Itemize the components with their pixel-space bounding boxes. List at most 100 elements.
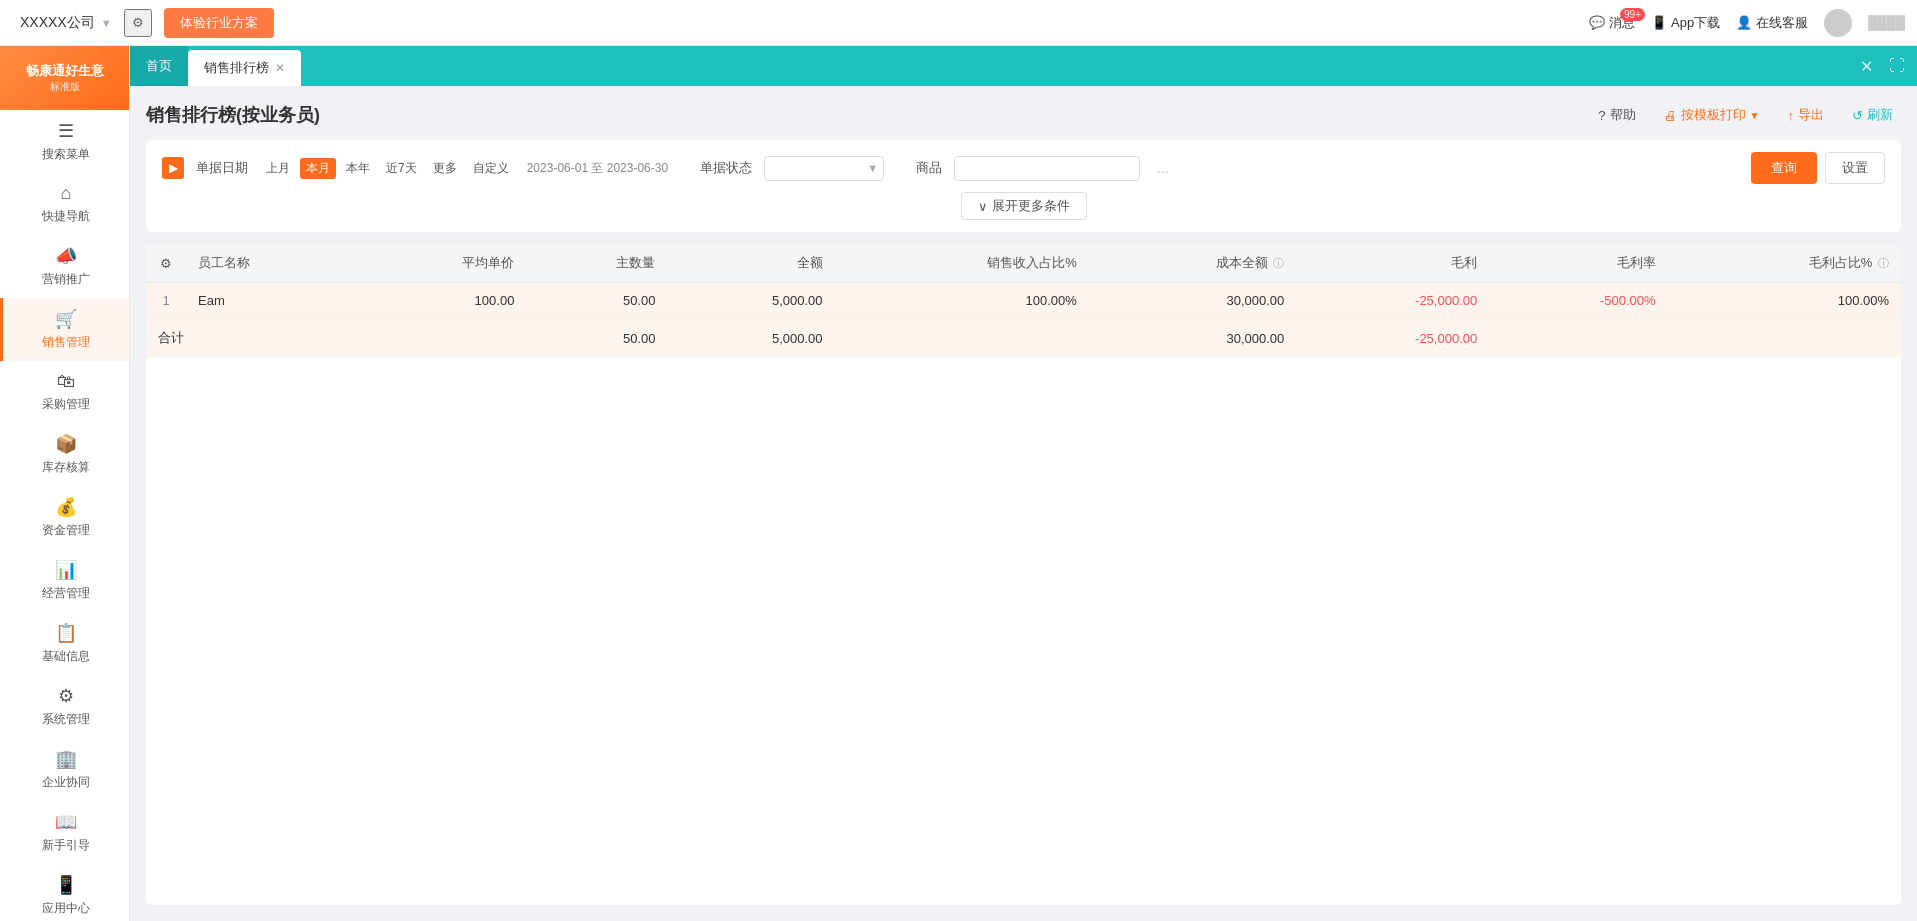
sidebar-item-label: 快捷导航 [42, 208, 90, 225]
sidebar-item-search[interactable]: ☰ 搜索菜单 [0, 110, 129, 173]
th-sales-pct: 销售收入占比% [835, 244, 1089, 283]
status-filter-label: 单据状态 [700, 159, 752, 177]
settings-icon-btn[interactable]: ⚙ [124, 9, 152, 37]
sidebar-item-purchase[interactable]: 🛍 采购管理 [0, 361, 129, 423]
print-icon: 🖨 [1664, 108, 1677, 123]
footer-quantity: 50.00 [526, 319, 667, 358]
footer-profit: -25,000.00 [1296, 319, 1489, 358]
goods-input[interactable] [954, 156, 1140, 181]
cell-rank: 1 [146, 283, 186, 319]
basics-icon: 📋 [55, 622, 77, 644]
th-settings[interactable]: ⚙ [146, 244, 186, 283]
help-button[interactable]: ? 帮助 [1590, 102, 1643, 128]
sidebar-item-basics[interactable]: 📋 基础信息 [0, 612, 129, 675]
company-name: XXXXX公司 [20, 14, 95, 32]
date-filter-label: 单据日期 [196, 159, 248, 177]
page-title: 销售排行榜(按业务员) [146, 103, 320, 127]
message-badge: 99+ [1620, 8, 1645, 21]
query-button[interactable]: 查询 [1751, 152, 1817, 184]
main-layout: 畅康通好生意 标准版 ☰ 搜索菜单 ⌂ 快捷导航 📣 营销推广 🛒 销售管理 🛍… [0, 46, 1917, 921]
table-body: 1 Eam 100.00 50.00 5,000.00 100.00% 30,0… [146, 283, 1901, 319]
sidebar-item-finance[interactable]: 💰 资金管理 [0, 486, 129, 549]
th-profit: 毛利 [1296, 244, 1489, 283]
sidebar-item-label: 系统管理 [42, 711, 90, 728]
sidebar-item-label: 企业协同 [42, 774, 90, 791]
table-header-row: ⚙ 员工名称 平均单价 主数量 全额 销售收入占比% 成本全额 ⓘ 毛利 毛利率 [146, 244, 1901, 283]
company-selector[interactable]: XXXXX公司 ▼ [12, 10, 120, 36]
date-btn-this-year[interactable]: 本年 [340, 158, 376, 179]
export-label: 导出 [1798, 106, 1824, 124]
trial-button[interactable]: 体验行业方案 [164, 8, 274, 38]
print-chevron-icon: ▼ [1750, 110, 1760, 121]
date-btn-more[interactable]: 更多 [427, 158, 463, 179]
print-button[interactable]: 🖨 按模板打印 ▼ [1656, 102, 1768, 128]
tab-home-label: 首页 [146, 57, 172, 75]
online-service-button[interactable]: 👤 在线客服 [1736, 14, 1808, 32]
purchase-icon: 🛍 [57, 371, 75, 392]
th-employee-name: 员工名称 [186, 244, 356, 283]
tab-bar-expand-icon[interactable]: ⛶ [1885, 53, 1909, 79]
date-btn-prev-month[interactable]: 上月 [260, 158, 296, 179]
search-icon: ☰ [58, 120, 74, 142]
expand-conditions-button[interactable]: ∨ 展开更多条件 [961, 192, 1087, 220]
chevron-down-icon: ▼ [101, 17, 112, 29]
footer-profit-rate [1489, 319, 1667, 358]
page-header: 销售排行榜(按业务员) ? 帮助 🖨 按模板打印 ▼ ↑ 导出 [146, 102, 1901, 128]
sidebar-item-marketing[interactable]: 📣 营销推广 [0, 235, 129, 298]
cell-sales-pct: 100.00% [835, 283, 1089, 319]
status-select-wrapper: ▼ [764, 156, 884, 181]
cell-amount: 5,000.00 [667, 283, 834, 319]
export-button[interactable]: ↑ 导出 [1780, 102, 1833, 128]
service-icon: 👤 [1736, 15, 1752, 30]
export-icon: ↑ [1788, 108, 1795, 123]
sidebar-item-management[interactable]: 📊 经营管理 [0, 549, 129, 612]
sidebar-item-apps[interactable]: 📱 应用中心 [0, 864, 129, 921]
filter-collapse-btn[interactable]: ▶ [162, 157, 184, 179]
date-btn-custom[interactable]: 自定义 [467, 158, 515, 179]
table-row: 1 Eam 100.00 50.00 5,000.00 100.00% 30,0… [146, 283, 1901, 319]
sales-icon: 🛒 [55, 308, 77, 330]
tab-sales-ranking[interactable]: 销售排行榜 ✕ [188, 50, 301, 86]
cell-profit: -25,000.00 [1296, 283, 1489, 319]
sidebar-item-label: 营销推广 [42, 271, 90, 288]
tab-bar-close-icon[interactable]: ✕ [1856, 53, 1877, 80]
filter-expand-row: ∨ 展开更多条件 [162, 192, 1885, 220]
sidebar: 畅康通好生意 标准版 ☰ 搜索菜单 ⌂ 快捷导航 📣 营销推广 🛒 销售管理 🛍… [0, 46, 130, 921]
tab-bar: 首页 销售排行榜 ✕ ✕ ⛶ [130, 46, 1917, 86]
date-btn-this-month[interactable]: 本月 [300, 158, 336, 179]
sidebar-item-inventory[interactable]: 📦 库存核算 [0, 423, 129, 486]
system-icon: ⚙ [58, 685, 74, 707]
settings-btn-group: 设置 [1825, 152, 1885, 184]
message-button[interactable]: 💬 消息 99+ [1589, 14, 1635, 32]
avatar[interactable] [1824, 9, 1852, 37]
data-table: ⚙ 员工名称 平均单价 主数量 全额 销售收入占比% 成本全额 ⓘ 毛利 毛利率 [146, 244, 1901, 357]
gear-icon: ⚙ [132, 15, 144, 30]
sidebar-item-label: 采购管理 [42, 396, 90, 413]
sidebar-item-enterprise[interactable]: 🏢 企业协同 [0, 738, 129, 801]
sidebar-item-guide[interactable]: 📖 新手引导 [0, 801, 129, 864]
management-icon: 📊 [55, 559, 77, 581]
sidebar-item-shortcut[interactable]: ⌂ 快捷导航 [0, 173, 129, 235]
settings-button[interactable]: 设置 [1825, 152, 1885, 184]
profit-pct-info-icon: ⓘ [1878, 257, 1889, 269]
sidebar-item-label: 库存核算 [42, 459, 90, 476]
refresh-button[interactable]: ↺ 刷新 [1844, 102, 1901, 128]
sidebar-item-sales[interactable]: 🛒 销售管理 [0, 298, 129, 361]
th-amount: 全额 [667, 244, 834, 283]
th-avg-price: 平均单价 [356, 244, 526, 283]
app-download-button[interactable]: 📱 App下载 [1651, 14, 1720, 32]
status-select[interactable] [764, 156, 884, 181]
tab-home[interactable]: 首页 [130, 46, 188, 86]
th-profit-rate: 毛利率 [1489, 244, 1667, 283]
tab-close-icon[interactable]: ✕ [275, 61, 285, 75]
app-download-label: App下载 [1671, 14, 1720, 32]
footer-label: 合计 [146, 319, 356, 358]
message-icon: 💬 [1589, 15, 1605, 30]
more-filters-dots[interactable]: … [1152, 161, 1173, 176]
footer-avg-price [356, 319, 526, 358]
expand-btn-label: 展开更多条件 [992, 197, 1070, 215]
cell-cost: 30,000.00 [1089, 283, 1296, 319]
date-btn-7days[interactable]: 近7天 [380, 158, 423, 179]
sidebar-item-system[interactable]: ⚙ 系统管理 [0, 675, 129, 738]
enterprise-icon: 🏢 [55, 748, 77, 770]
